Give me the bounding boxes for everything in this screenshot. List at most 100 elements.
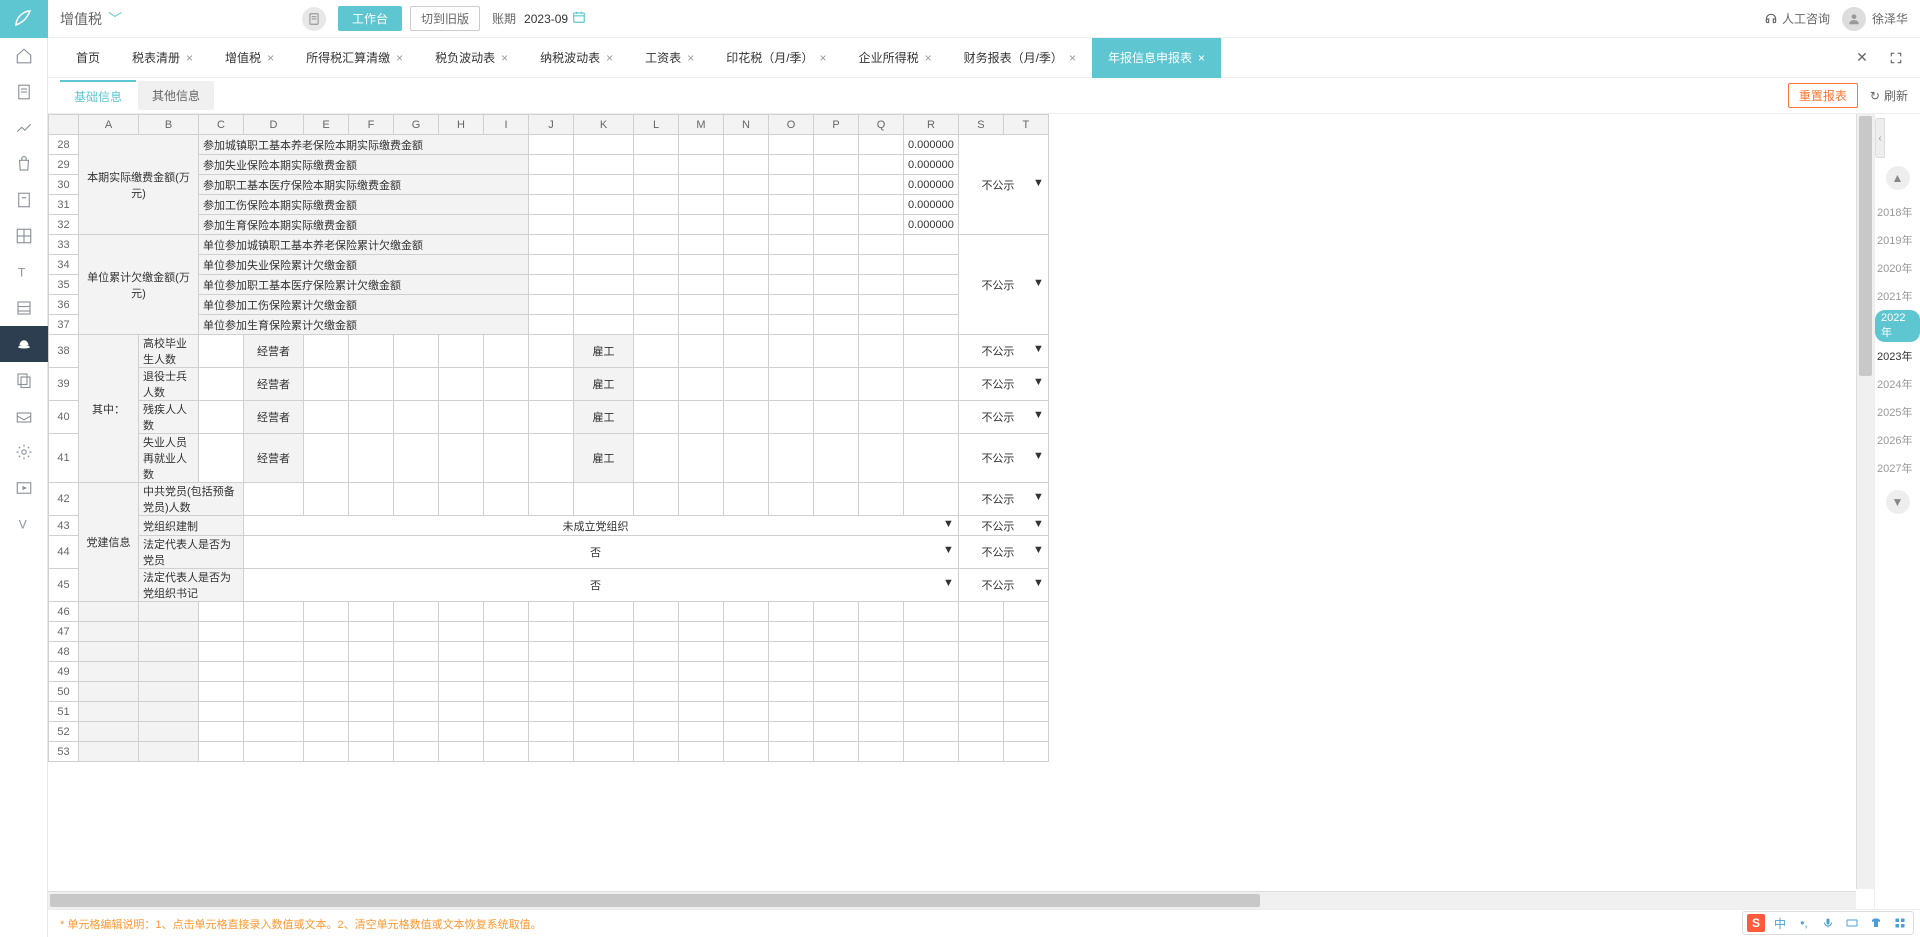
cell-F48[interactable] [349, 642, 394, 662]
subtab-basic[interactable]: 基础信息 [60, 80, 136, 111]
sidebar-item-grid2[interactable] [0, 290, 48, 326]
cell-C40[interactable] [199, 401, 244, 434]
tab-7[interactable]: 印花税（月/季）× [710, 38, 842, 78]
cell-L47[interactable] [634, 622, 679, 642]
col-header-R[interactable]: R [904, 115, 959, 135]
col-header-L[interactable]: L [634, 115, 679, 135]
row-header-43[interactable]: 43 [49, 516, 79, 536]
cell-D49[interactable] [244, 662, 304, 682]
col-header-P[interactable]: P [814, 115, 859, 135]
cell-G38[interactable] [394, 335, 439, 368]
cell-G47[interactable] [394, 622, 439, 642]
cell-D41[interactable]: 经营者 [244, 434, 304, 483]
cell-I39[interactable] [484, 368, 529, 401]
cell-N34[interactable] [724, 255, 769, 275]
cell-G41[interactable] [394, 434, 439, 483]
cell-G52[interactable] [394, 722, 439, 742]
cell-R42[interactable] [904, 483, 959, 516]
row-header-45[interactable]: 45 [49, 569, 79, 602]
cell-C31[interactable]: 参加工伤保险本期实际缴费金额 [199, 195, 529, 215]
cell-Q42[interactable] [859, 483, 904, 516]
cell-P50[interactable] [814, 682, 859, 702]
cell-R29[interactable]: 0.000000 [904, 155, 959, 175]
cell-F42[interactable] [349, 483, 394, 516]
vertical-scrollbar[interactable] [1856, 114, 1874, 889]
sidebar-item-grid[interactable] [0, 218, 48, 254]
cell-N29[interactable] [724, 155, 769, 175]
cell-M31[interactable] [679, 195, 724, 215]
cell-Q30[interactable] [859, 175, 904, 195]
cell-K51[interactable] [574, 702, 634, 722]
year-down-button[interactable]: ▼ [1886, 490, 1910, 514]
cell-I41[interactable] [484, 434, 529, 483]
cell-G42[interactable] [394, 483, 439, 516]
cell-B41[interactable]: 失业人员再就业人数 [139, 434, 199, 483]
col-header-C[interactable]: C [199, 115, 244, 135]
cell-F38[interactable] [349, 335, 394, 368]
cell-I38[interactable] [484, 335, 529, 368]
cell-Q33[interactable] [859, 235, 904, 255]
row-header-29[interactable]: 29 [49, 155, 79, 175]
col-header-Q[interactable]: Q [859, 115, 904, 135]
cell-H50[interactable] [439, 682, 484, 702]
cell-J53[interactable] [529, 742, 574, 762]
cell-H47[interactable] [439, 622, 484, 642]
cell-J52[interactable] [529, 722, 574, 742]
cell-O35[interactable] [769, 275, 814, 295]
row-header-30[interactable]: 30 [49, 175, 79, 195]
cell-R40[interactable] [904, 401, 959, 434]
col-header-E[interactable]: E [304, 115, 349, 135]
cell-J42[interactable] [529, 483, 574, 516]
cell-K52[interactable] [574, 722, 634, 742]
cell-K32[interactable] [574, 215, 634, 235]
sidebar-item-chart[interactable] [0, 110, 48, 146]
cell-T48[interactable] [1003, 642, 1048, 662]
cell-R51[interactable] [904, 702, 959, 722]
cell-N48[interactable] [724, 642, 769, 662]
cell-M48[interactable] [679, 642, 724, 662]
cell-T53[interactable] [1003, 742, 1048, 762]
cell-L50[interactable] [634, 682, 679, 702]
cell-R53[interactable] [904, 742, 959, 762]
cell-E38[interactable] [304, 335, 349, 368]
horizontal-scrollbar[interactable] [48, 891, 1856, 909]
cell-O30[interactable] [769, 175, 814, 195]
cell-M34[interactable] [679, 255, 724, 275]
cell-I53[interactable] [484, 742, 529, 762]
cell-O49[interactable] [769, 662, 814, 682]
cell-F41[interactable] [349, 434, 394, 483]
cell-M36[interactable] [679, 295, 724, 315]
cell-R34[interactable] [904, 255, 959, 275]
row-header-47[interactable]: 47 [49, 622, 79, 642]
cell-C29[interactable]: 参加失业保险本期实际缴费金额 [199, 155, 529, 175]
ime-mic-icon[interactable] [1819, 914, 1837, 932]
cell-M40[interactable] [679, 401, 724, 434]
cell-G51[interactable] [394, 702, 439, 722]
cell-Q37[interactable] [859, 315, 904, 335]
cell-R48[interactable] [904, 642, 959, 662]
cell-N40[interactable] [724, 401, 769, 434]
cell-I51[interactable] [484, 702, 529, 722]
cell-D50[interactable] [244, 682, 304, 702]
cell-G46[interactable] [394, 602, 439, 622]
cell-M29[interactable] [679, 155, 724, 175]
cell-S51[interactable] [958, 702, 1003, 722]
cell-F47[interactable] [349, 622, 394, 642]
cell-M33[interactable] [679, 235, 724, 255]
cell-K30[interactable] [574, 175, 634, 195]
cell-F49[interactable] [349, 662, 394, 682]
cell-B40[interactable]: 残疾人人数 [139, 401, 199, 434]
year-2026年[interactable]: 2026年 [1875, 426, 1920, 454]
cell-O46[interactable] [769, 602, 814, 622]
cell-E42[interactable] [304, 483, 349, 516]
cell-M50[interactable] [679, 682, 724, 702]
cell-N31[interactable] [724, 195, 769, 215]
cell-J29[interactable] [529, 155, 574, 175]
cell-L28[interactable] [634, 135, 679, 155]
sidebar-item-home[interactable] [0, 38, 48, 74]
cell-J38[interactable] [529, 335, 574, 368]
cell-O38[interactable] [769, 335, 814, 368]
cell-A51[interactable] [79, 702, 139, 722]
cell-P37[interactable] [814, 315, 859, 335]
cell-L32[interactable] [634, 215, 679, 235]
